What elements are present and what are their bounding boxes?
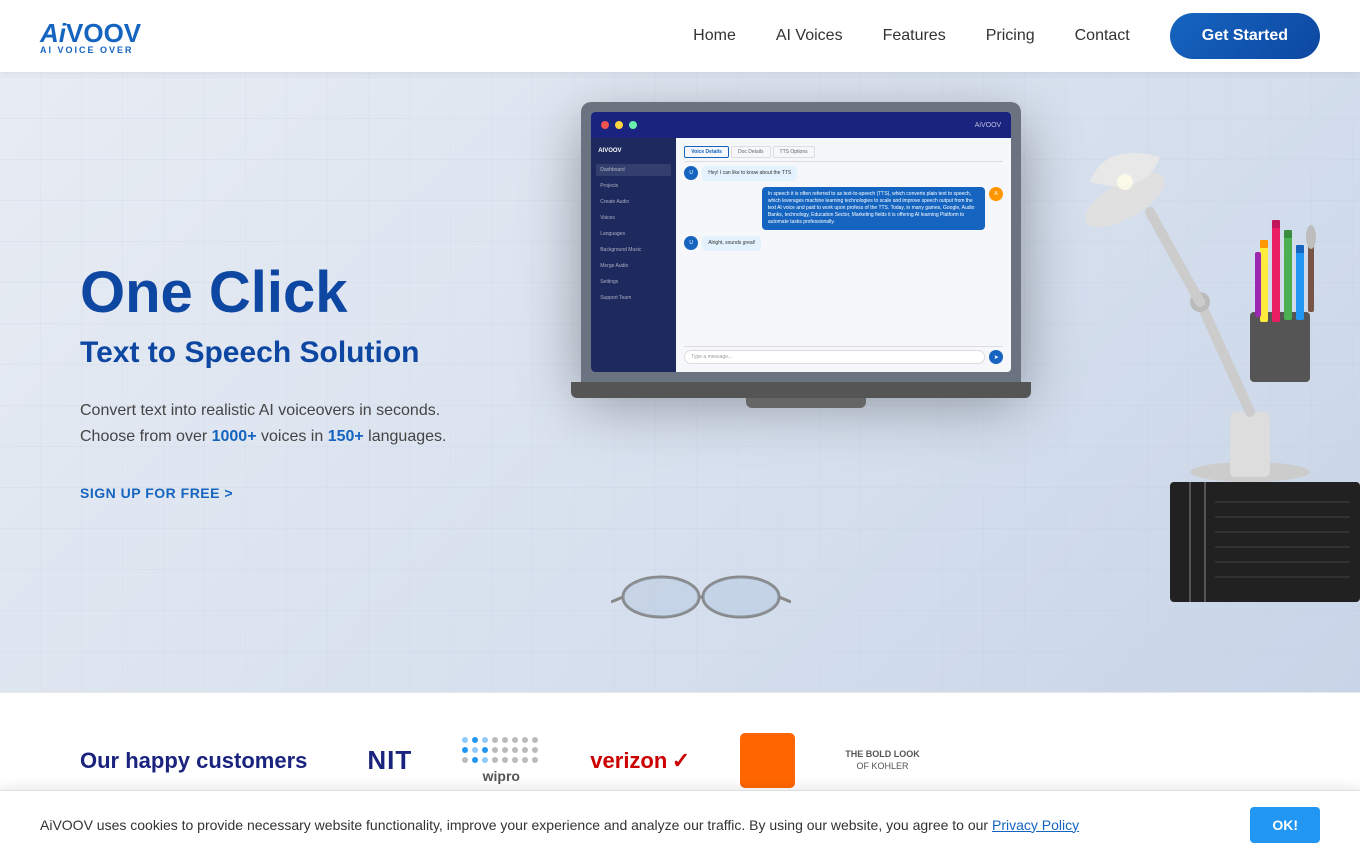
signup-link[interactable]: SIGN UP FOR FREE > [80, 485, 233, 503]
hero-section: One Click Text to Speech Solution Conver… [0, 72, 1360, 692]
lang-count: 150+ [328, 428, 364, 445]
hero-title: One Click [80, 261, 446, 325]
nav-contact[interactable]: Contact [1075, 27, 1130, 45]
customer-logos: NIT [367, 733, 1280, 788]
hero-subtitle: Text to Speech Solution [80, 336, 446, 370]
hero-image-area: AiVOOV AIVOOV Dashboard Projects Create … [571, 72, 1360, 692]
nav-home[interactable]: Home [693, 27, 736, 45]
logo-link[interactable]: Ai VOOV AI VOICE OVER [40, 18, 141, 55]
logo-tagline: AI VOICE OVER [40, 45, 134, 55]
navbar: Ai VOOV AI VOICE OVER Home AI Voices Fea… [0, 0, 1360, 72]
get-started-button[interactable]: Get Started [1170, 13, 1320, 59]
hero-description: Convert text into realistic AI voiceover… [80, 398, 446, 449]
pencil-cup-icon [1220, 192, 1340, 392]
cookie-banner: AiVOOV uses cookies to provide necessary… [0, 790, 1360, 859]
hero-content: One Click Text to Speech Solution Conver… [0, 181, 446, 584]
orange-logo [740, 733, 795, 788]
privacy-policy-link[interactable]: Privacy Policy [992, 817, 1079, 833]
wipro-logo: wipro [462, 737, 540, 784]
kohler-logo: THE BOLD LOOK OF KOHLER [845, 749, 920, 772]
laptop-mockup: AiVOOV AIVOOV Dashboard Projects Create … [581, 102, 1031, 408]
nav-pricing[interactable]: Pricing [986, 27, 1035, 45]
voices-count: 1000+ [212, 428, 257, 445]
nav-features[interactable]: Features [883, 27, 946, 45]
nav-links: Home AI Voices Features Pricing Contact … [693, 13, 1320, 59]
cookie-text: AiVOOV uses cookies to provide necessary… [40, 815, 1238, 836]
customers-label: Our happy customers [80, 748, 307, 774]
glasses-icon [611, 562, 791, 622]
nav-ai-voices[interactable]: AI Voices [776, 27, 843, 45]
njit-logo: NIT [367, 745, 412, 776]
verizon-logo: verizon ✓ [590, 748, 690, 774]
notepad-icon [1170, 472, 1360, 612]
cookie-ok-button[interactable]: OK! [1250, 807, 1320, 843]
desk-lamp-icon [970, 72, 1350, 502]
